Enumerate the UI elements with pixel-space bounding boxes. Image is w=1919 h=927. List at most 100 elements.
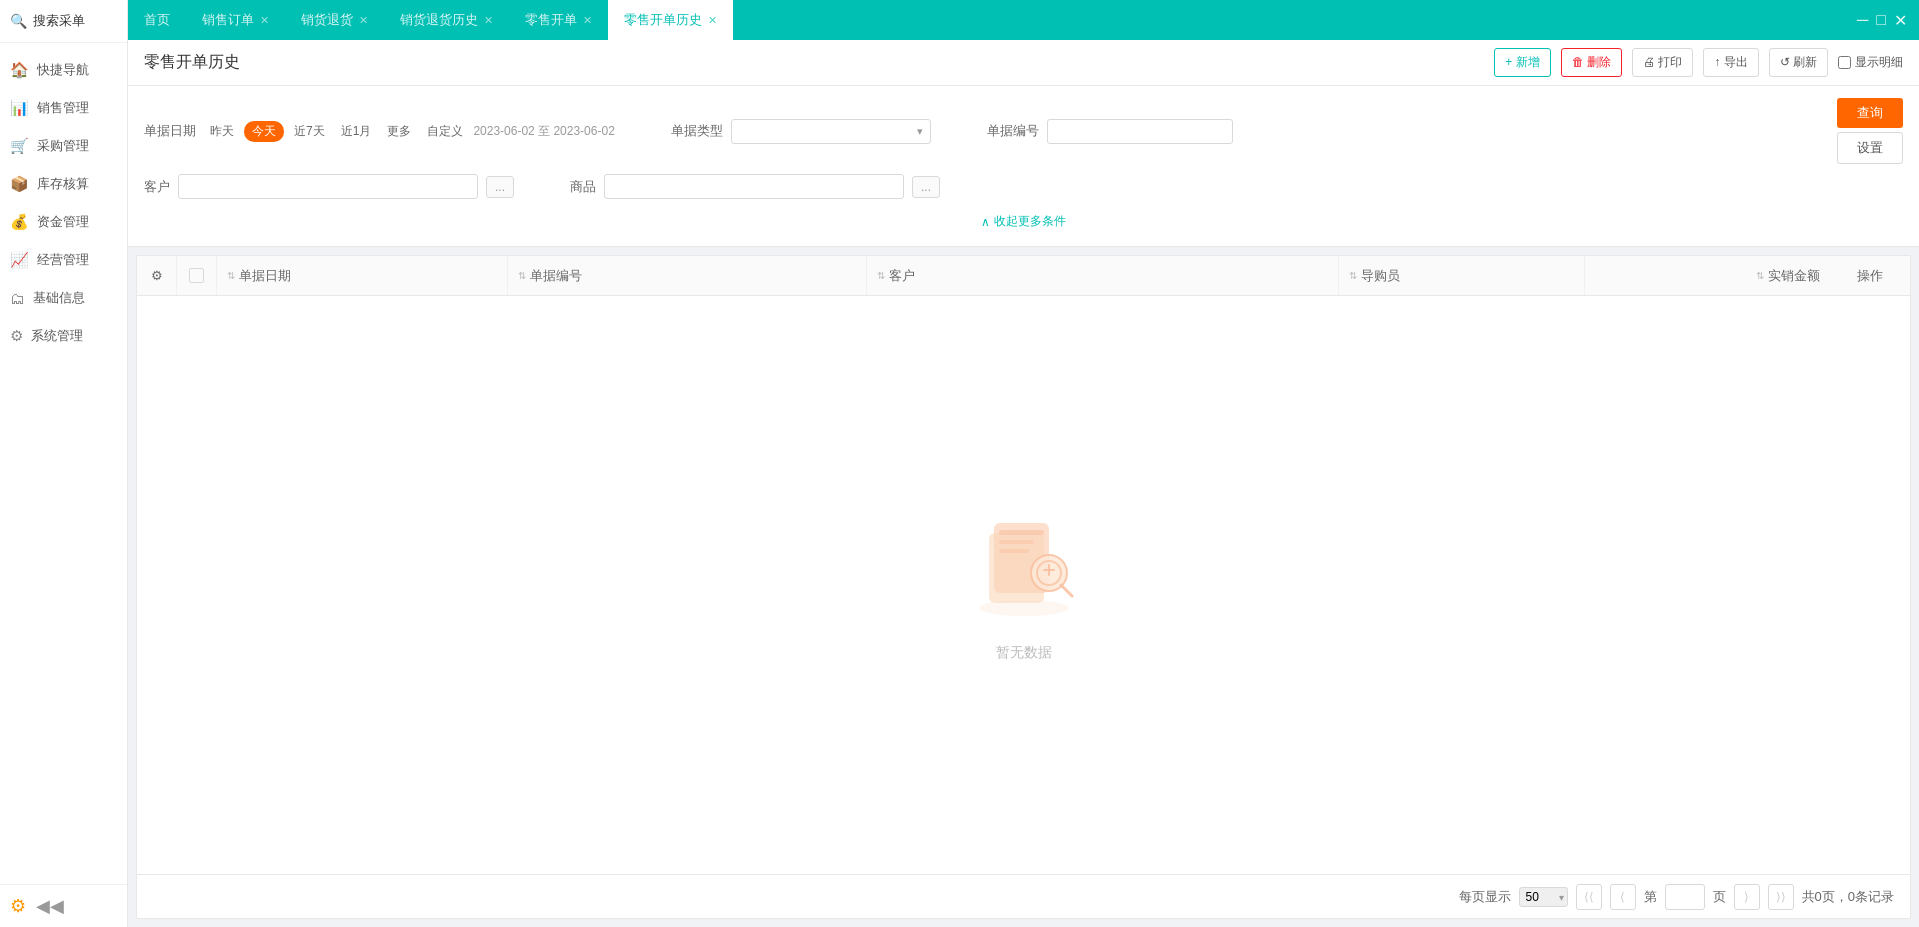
sidebar-icon-quick-nav: 🏠	[10, 61, 29, 79]
tab-sales-return[interactable]: 销货退货 ✕	[285, 0, 384, 40]
query-button[interactable]: 查询	[1837, 98, 1903, 128]
sidebar-menu: 🏠 快捷导航 📊销售管理🛒采购管理📦库存核算 💰 资金管理 📈经营管理 🗂 基础信息 ⚙系统管理	[0, 43, 127, 884]
collapse-label: 收起更多条件	[994, 213, 1066, 230]
collapse-filter[interactable]: ∧ 收起更多条件	[144, 209, 1903, 234]
tab-close-retail-open[interactable]: ✕	[583, 14, 592, 27]
tab-label-sales-return: 销货退货	[301, 11, 353, 29]
sidebar-icon-basic-info: 🗂	[10, 290, 25, 307]
sidebar-item-sales-mgmt[interactable]: 📊销售管理	[0, 89, 127, 127]
date-shortcuts: 昨天今天近7天近1月更多自定义2023-06-02 至 2023-06-02	[204, 121, 615, 142]
sidebar-item-sys-mgmt[interactable]: ⚙系统管理	[0, 317, 127, 355]
tab-home[interactable]: 首页	[128, 0, 186, 40]
tab-retail-open[interactable]: 零售开单✕	[509, 0, 608, 40]
sidebar-item-purchase-mgmt[interactable]: 🛒采购管理	[0, 127, 127, 165]
page-number-input[interactable]: 1	[1665, 884, 1705, 910]
per-page-select-wrapper: 50 10 20 100	[1519, 887, 1568, 907]
th-amount[interactable]: ⇅实销金额	[1585, 256, 1830, 295]
sidebar-item-operations[interactable]: 📈经营管理	[0, 241, 127, 279]
collapse-sidebar-icon[interactable]: ◀◀	[36, 895, 64, 917]
minimize-icon[interactable]: ─	[1857, 11, 1868, 29]
date-btn-last7[interactable]: 近7天	[288, 121, 331, 142]
tab-label-sales-return-history: 销货退货历史	[400, 11, 478, 29]
date-btn-custom[interactable]: 自定义	[421, 121, 469, 142]
sidebar-item-basic-info[interactable]: 🗂 基础信息	[0, 279, 127, 317]
date-range-text: 2023-06-02 至 2023-06-02	[473, 123, 614, 140]
customer-label: 客户	[144, 178, 170, 196]
th-label-num: 单据编号	[530, 267, 582, 285]
page-title: 零售开单历史	[144, 52, 1484, 73]
tab-sales-order[interactable]: 销售订单✕	[186, 0, 285, 40]
select-all-checkbox[interactable]	[189, 268, 204, 283]
delete-button[interactable]: 🗑 删除	[1561, 48, 1622, 77]
filter-area: 单据日期 昨天今天近7天近1月更多自定义2023-06-02 至 2023-06…	[128, 86, 1919, 247]
sidebar-item-quick-nav[interactable]: 🏠 快捷导航	[0, 51, 127, 89]
sidebar-label-quick-nav: 快捷导航	[37, 61, 89, 79]
next-page-btn[interactable]: ⟩	[1734, 884, 1760, 910]
doc-type-select[interactable]	[731, 119, 931, 144]
page-label: 第	[1644, 888, 1657, 906]
date-btn-last_month[interactable]: 近1月	[335, 121, 378, 142]
sidebar-search-label: 搜索采单	[33, 12, 85, 30]
per-page-select[interactable]: 50 10 20 100	[1519, 887, 1568, 907]
sidebar-label-finance: 资金管理	[37, 213, 89, 231]
date-btn-today[interactable]: 今天	[244, 121, 284, 142]
add-button[interactable]: + 新增	[1494, 48, 1550, 77]
doc-type-filter-field: 单据类型	[671, 119, 931, 144]
th-sort-icon-date: ⇅	[227, 270, 235, 281]
print-button[interactable]: 🖨 打印	[1632, 48, 1693, 77]
th-num[interactable]: ⇅单据编号	[508, 256, 867, 295]
table-area: ⚙ ⇅单据日期⇅单据编号⇅客户⇅导购员⇅实销金额操作 暂无数据	[136, 255, 1911, 919]
filter-row-2: 客户 ... 商品 ...	[144, 174, 1903, 199]
sidebar-item-finance[interactable]: 💰 资金管理	[0, 203, 127, 241]
export-button[interactable]: ↑ 导出	[1703, 48, 1758, 77]
th-label-customer: 客户	[889, 267, 915, 285]
sidebar-search[interactable]: 🔍 搜索采单	[0, 0, 127, 43]
prev-page-btn[interactable]: ⟨	[1610, 884, 1636, 910]
th-label-amount: 实销金额	[1768, 267, 1820, 285]
sidebar-item-inventory[interactable]: 📦库存核算	[0, 165, 127, 203]
date-btn-more[interactable]: 更多	[381, 121, 417, 142]
date-btn-yesterday[interactable]: 昨天	[204, 121, 240, 142]
sidebar-icon-operations: 📈	[10, 251, 29, 269]
show-detail-checkbox[interactable]	[1838, 56, 1851, 69]
empty-state: 暂无数据	[137, 296, 1910, 874]
goods-ellipsis-btn[interactable]: ...	[912, 176, 940, 198]
doc-num-input[interactable]	[1047, 119, 1233, 144]
tab-close-sales-order[interactable]: ✕	[260, 14, 269, 27]
th-customer[interactable]: ⇅客户	[867, 256, 1338, 295]
show-detail-label[interactable]: 显示明细	[1838, 54, 1903, 71]
settings-icon: ⚙	[151, 268, 163, 283]
goods-input[interactable]	[604, 174, 904, 199]
th-guide[interactable]: ⇅导购员	[1339, 256, 1585, 295]
tab-close-retail-history[interactable]: ✕	[708, 14, 717, 27]
first-page-btn[interactable]: ⟨⟨	[1576, 884, 1602, 910]
th-date[interactable]: ⇅单据日期	[217, 256, 508, 295]
svg-rect-3	[999, 530, 1044, 535]
tab-close-sales-return-history[interactable]: ✕	[484, 14, 493, 27]
show-detail-text: 显示明细	[1855, 54, 1903, 71]
sidebar-label-purchase-mgmt: 采购管理	[37, 137, 89, 155]
last-page-btn[interactable]: ⟩⟩	[1768, 884, 1794, 910]
customer-ellipsis-btn[interactable]: ...	[486, 176, 514, 198]
sidebar-label-inventory: 库存核算	[37, 175, 89, 193]
th-checkbox[interactable]	[177, 256, 217, 295]
refresh-button[interactable]: ↺ 刷新	[1769, 48, 1828, 77]
doc-type-label: 单据类型	[671, 122, 723, 140]
tab-retail-history[interactable]: 零售开单历史 ✕	[608, 0, 733, 40]
top-nav: 首页销售订单✕销货退货✕销货退货历史✕零售开单✕零售开单历史✕ ─ □ ✕	[128, 0, 1919, 40]
tab-label-retail-history: 零售开单历史	[624, 11, 702, 29]
tab-sales-return-history[interactable]: 销货退货历史 ✕	[384, 0, 509, 40]
filter-settings-button[interactable]: 设置	[1837, 132, 1903, 164]
gear-icon[interactable]: ⚙	[10, 895, 26, 917]
customer-input[interactable]	[178, 174, 478, 199]
th-settings[interactable]: ⚙	[137, 256, 177, 295]
empty-text: 暂无数据	[996, 644, 1052, 662]
tab-close-sales-return[interactable]: ✕	[359, 14, 368, 27]
filter-actions: 查询 设置	[1837, 98, 1903, 164]
sidebar-label-basic-info: 基础信息	[33, 289, 85, 307]
sidebar-icon-finance: 💰	[10, 213, 29, 231]
restore-icon[interactable]: □	[1876, 11, 1886, 29]
close-icon[interactable]: ✕	[1894, 11, 1907, 30]
customer-filter-field: 客户 ...	[144, 174, 514, 199]
date-filter-field: 单据日期 昨天今天近7天近1月更多自定义2023-06-02 至 2023-06…	[144, 121, 615, 142]
